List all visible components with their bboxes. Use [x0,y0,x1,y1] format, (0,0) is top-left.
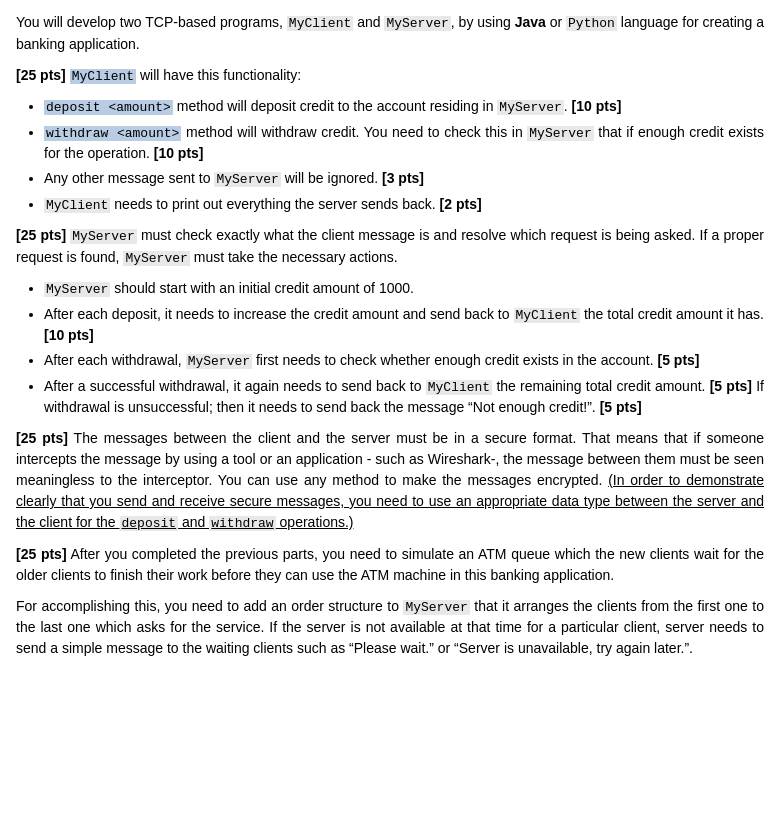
s2-item3-pts: [5 pts] [658,352,700,368]
section2-server2: MyServer [123,251,189,266]
myserver-ref1: MyServer [497,100,563,115]
intro-python: Python [566,16,617,31]
list-item: Any other message sent to MyServer will … [44,168,764,190]
intro-text3: , by using [451,14,515,30]
section2-server: MyServer [70,229,136,244]
s2-item3-text2: first needs to check whether enough cred… [252,352,657,368]
section2-heading: [25 pts] MyServer must check exactly wha… [16,225,764,268]
s2-item2-pts: [10 pts] [44,327,94,343]
s2-item1-text: should start with an initial credit amou… [110,280,414,296]
intro-java: Java [515,14,546,30]
intro-myserver: MyServer [384,16,450,31]
myserver-s2-3: MyServer [186,354,252,369]
s2-item4-text2: the remaining total credit amount. [492,378,710,394]
section3-paragraph: [25 pts] The messages between the client… [16,428,764,534]
section4-pts: [25 pts] [16,546,67,562]
deposit-code: deposit <amount> [44,100,173,115]
intro-text1: You will develop two TCP-based programs, [16,14,287,30]
intro-text4: or [546,14,566,30]
withdraw-ref-s3: withdraw [209,516,275,531]
main-content: You will develop two TCP-based programs,… [16,12,764,659]
section3-pts: [25 pts] [16,430,68,446]
list-item: withdraw <amount> method will withdraw c… [44,122,764,165]
section1-client: MyClient [70,69,136,84]
section4-text: After you completed the previous parts, … [16,546,764,583]
s2-item4-text: After a successful withdrawal, it again … [44,378,426,394]
myserver-ref3: MyServer [214,172,280,187]
section2-text2: must take the necessary actions. [190,249,398,265]
s2-item4-pts1: [5 pts] [710,378,752,394]
section4-text2: For accomplishing this, you need to add … [16,598,403,614]
list-item: After each withdrawal, MyServer first ne… [44,350,764,372]
withdraw-code: withdraw <amount> [44,126,181,141]
list-item: deposit <amount> method will deposit cre… [44,96,764,118]
intro-myclient: MyClient [287,16,353,31]
myserver-s4: MyServer [403,600,469,615]
s2-item4-pts2: [5 pts] [600,399,642,415]
section4-paragraph2: For accomplishing this, you need to add … [16,596,764,660]
item1-text2: . [564,98,572,114]
section4-paragraph: [25 pts] After you completed the previou… [16,544,764,586]
s2-item2-text: After each deposit, it needs to increase… [44,306,514,322]
myserver-s2-1: MyServer [44,282,110,297]
section1-text: will have this functionality: [136,67,301,83]
item2-pts: [10 pts] [154,145,204,161]
item3-pts: [3 pts] [382,170,424,186]
intro-paragraph: You will develop two TCP-based programs,… [16,12,764,55]
item1-pts: [10 pts] [572,98,622,114]
section1-heading: [25 pts] MyClient will have this functio… [16,65,764,87]
item1-text: method will deposit credit to the accoun… [173,98,498,114]
item4-pts: [2 pts] [440,196,482,212]
item2-text: method will withdraw credit. You need to… [181,124,527,140]
myclient-s2-2: MyClient [514,308,580,323]
myclient-s2-4: MyClient [426,380,492,395]
item3-text2: will be ignored. [281,170,382,186]
myserver-ref2: MyServer [527,126,593,141]
section1-pts: [25 pts] [16,67,66,83]
myclient-ref1: MyClient [44,198,110,213]
item3-text: Any other message sent to [44,170,214,186]
s2-item2-text2: the total credit amount it has. [580,306,764,322]
intro-text2: and [353,14,384,30]
item4-text: needs to print out everything the server… [110,196,439,212]
list-item: MyServer should start with an initial cr… [44,278,764,300]
s2-item3-text: After each withdrawal, [44,352,186,368]
section1-list: deposit <amount> method will deposit cre… [44,96,764,215]
deposit-ref-s3: deposit [120,516,179,531]
list-item: After a successful withdrawal, it again … [44,376,764,419]
section2-pts: [25 pts] [16,227,66,243]
list-item: After each deposit, it needs to increase… [44,304,764,347]
list-item: MyClient needs to print out everything t… [44,194,764,216]
section2-list: MyServer should start with an initial cr… [44,278,764,418]
